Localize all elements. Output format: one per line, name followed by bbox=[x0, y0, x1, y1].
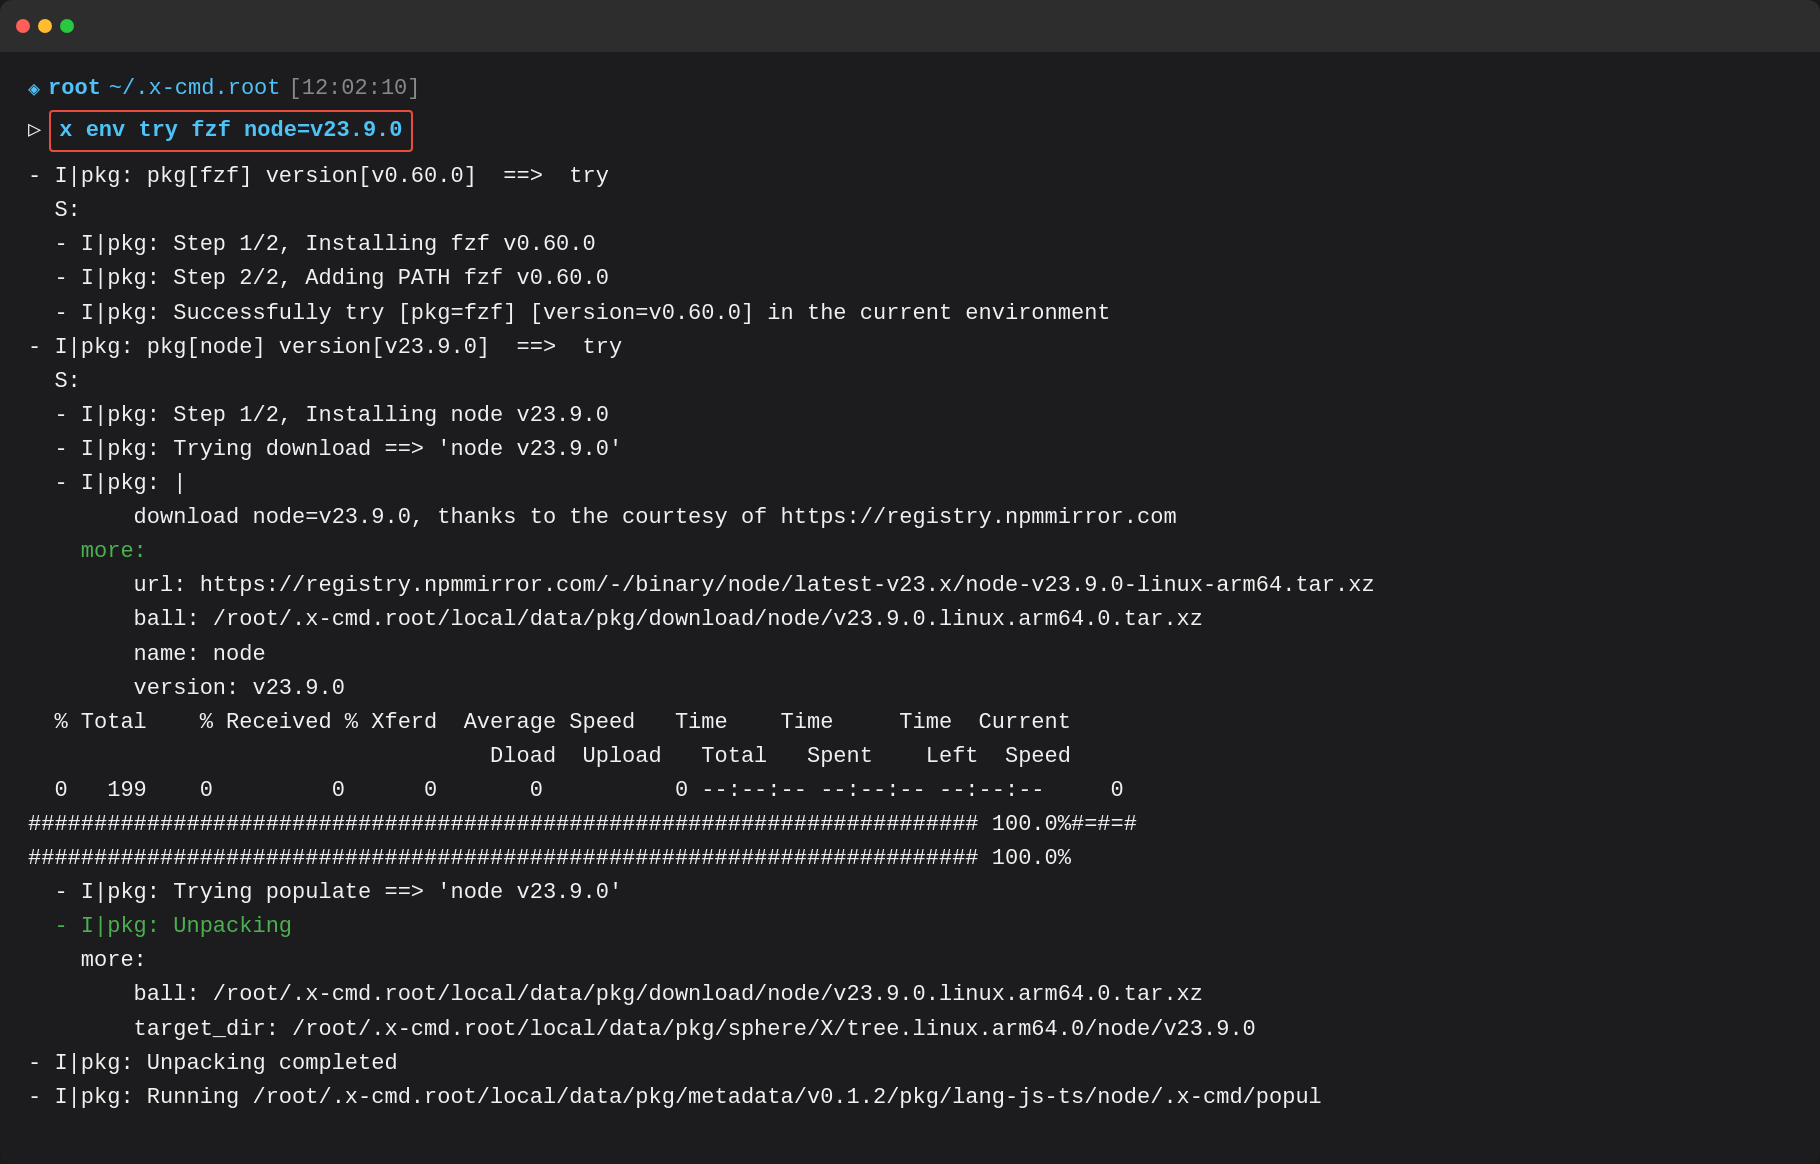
output-line-9: - I|pkg: Trying download ==> 'node v23.9… bbox=[28, 433, 1792, 467]
terminal-content: ◈ root ~/.x-cmd.root [12:02:10] ▷ x env … bbox=[0, 52, 1820, 1164]
output-line-8: - I|pkg: Step 1/2, Installing node v23.9… bbox=[28, 399, 1792, 433]
output-line-17: % Total % Received % Xferd Average Speed… bbox=[28, 706, 1792, 740]
prompt-path: ~/.x-cmd.root bbox=[109, 72, 281, 106]
command-line: ▷ x env try fzf node=v23.9.0 bbox=[28, 110, 1792, 152]
output-line-2: S: bbox=[28, 194, 1792, 228]
output-line-7: S: bbox=[28, 365, 1792, 399]
output-line-21: ########################################… bbox=[28, 842, 1792, 876]
output-line-5: - I|pkg: Successfully try [pkg=fzf] [ver… bbox=[28, 297, 1792, 331]
output-line-16: version: v23.9.0 bbox=[28, 672, 1792, 706]
terminal-window: ◈ root ~/.x-cmd.root [12:02:10] ▷ x env … bbox=[0, 0, 1820, 1164]
output-line-15: name: node bbox=[28, 638, 1792, 672]
output-line-24: more: bbox=[28, 944, 1792, 978]
prompt-line: ◈ root ~/.x-cmd.root [12:02:10] bbox=[28, 72, 1792, 106]
output-line-12: more: bbox=[28, 535, 1792, 569]
command-arrow: ▷ bbox=[28, 114, 41, 148]
output-line-23: - I|pkg: Unpacking bbox=[28, 910, 1792, 944]
output-line-18: Dload Upload Total Spent Left Speed bbox=[28, 740, 1792, 774]
output-line-20: ########################################… bbox=[28, 808, 1792, 842]
output-line-19: 0 199 0 0 0 0 0 --:--:-- --:--:-- --:--:… bbox=[28, 774, 1792, 808]
output-line-22: - I|pkg: Trying populate ==> 'node v23.9… bbox=[28, 876, 1792, 910]
traffic-lights bbox=[16, 19, 74, 33]
output-line-13: url: https://registry.npmmirror.com/-/bi… bbox=[28, 569, 1792, 603]
output-line-25: ball: /root/.x-cmd.root/local/data/pkg/d… bbox=[28, 978, 1792, 1012]
prompt-time: [12:02:10] bbox=[289, 72, 421, 106]
output-line-4: - I|pkg: Step 2/2, Adding PATH fzf v0.60… bbox=[28, 262, 1792, 296]
output-line-6: - I|pkg: pkg[node] version[v23.9.0] ==> … bbox=[28, 331, 1792, 365]
prompt-user: root bbox=[48, 72, 101, 106]
command-box: x env try fzf node=v23.9.0 bbox=[49, 110, 412, 152]
maximize-button[interactable] bbox=[60, 19, 74, 33]
output-line-1: - I|pkg: pkg[fzf] version[v0.60.0] ==> t… bbox=[28, 160, 1792, 194]
minimize-button[interactable] bbox=[38, 19, 52, 33]
output-line-28: - I|pkg: Running /root/.x-cmd.root/local… bbox=[28, 1081, 1792, 1115]
output-line-14: ball: /root/.x-cmd.root/local/data/pkg/d… bbox=[28, 603, 1792, 637]
output-line-26: target_dir: /root/.x-cmd.root/local/data… bbox=[28, 1013, 1792, 1047]
title-bar bbox=[0, 0, 1820, 52]
close-button[interactable] bbox=[16, 19, 30, 33]
output-line-11: download node=v23.9.0, thanks to the cou… bbox=[28, 501, 1792, 535]
prompt-icon: ◈ bbox=[28, 74, 40, 105]
output-line-27: - I|pkg: Unpacking completed bbox=[28, 1047, 1792, 1081]
output-line-3: - I|pkg: Step 1/2, Installing fzf v0.60.… bbox=[28, 228, 1792, 262]
output-line-10: - I|pkg: | bbox=[28, 467, 1792, 501]
